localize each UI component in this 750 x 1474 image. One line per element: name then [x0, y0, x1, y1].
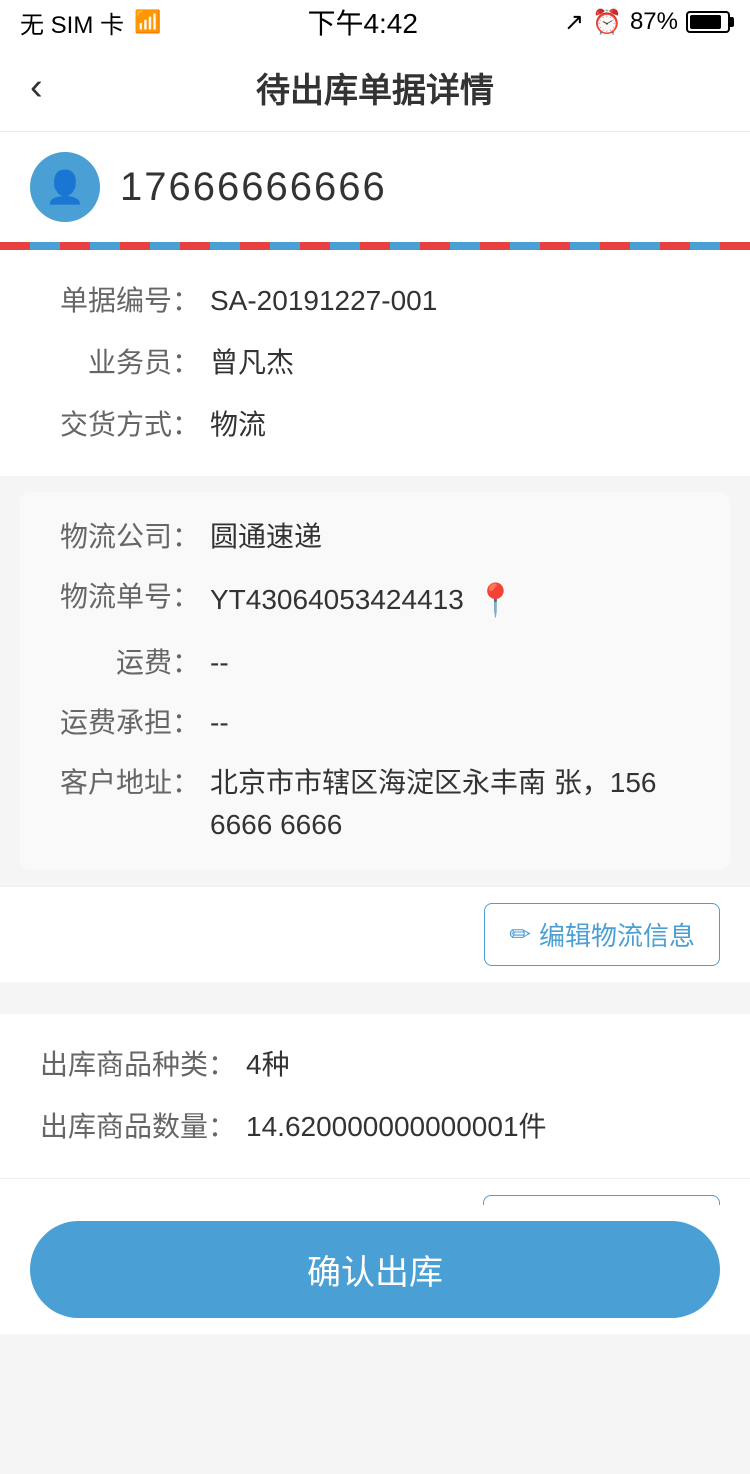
status-time: 下午4:42 — [307, 2, 418, 42]
logistics-company-label: 物流公司： — [50, 516, 200, 558]
order-number-value: SA-20191227-001 — [210, 280, 710, 322]
order-number-label: 单据编号： — [40, 280, 200, 322]
salesman-label: 业务员： — [40, 342, 200, 384]
delivery-row: 交货方式： 物流 — [40, 404, 710, 446]
tracking-number: YT43064053424413 — [210, 579, 464, 621]
delivery-label: 交货方式： — [40, 404, 200, 446]
freight-bear-row: 运费承担： -- — [50, 702, 700, 744]
freight-label: 运费： — [50, 642, 200, 684]
back-button[interactable]: ‹ — [30, 66, 90, 109]
customer-phone: 17666666666 — [120, 165, 387, 210]
status-left: 无 SIM 卡 📶 — [20, 5, 161, 40]
freight-row: 运费： -- — [50, 642, 700, 684]
logistics-company-row: 物流公司： 圆通速递 — [50, 516, 700, 558]
logistics-tracking-label: 物流单号： — [50, 576, 200, 618]
battery-percent: 87% — [630, 8, 678, 36]
logistics-tracking-row: 物流单号： YT43064053424413 📍 — [50, 576, 700, 624]
logistics-tracking-value: YT43064053424413 📍 — [210, 576, 700, 624]
carrier-label: 无 SIM 卡 — [20, 5, 124, 40]
goods-quantity-value: 14.620000000000001件 — [246, 1106, 710, 1148]
edit-btn-label: 编辑物流信息 — [539, 916, 695, 953]
freight-value: -- — [210, 642, 700, 684]
confirm-btn-wrapper: 确认出库 — [0, 1205, 750, 1334]
address-label: 客户地址： — [50, 762, 200, 804]
edit-icon: ✏ — [509, 919, 531, 950]
logistics-company-value: 圆通速递 — [210, 516, 700, 558]
address-value: 北京市市辖区海淀区永丰南 张，156 6666 6666 — [210, 762, 700, 846]
battery-icon — [686, 11, 730, 33]
freight-bear-value: -- — [210, 702, 700, 744]
location-icon: ↗ — [564, 8, 584, 37]
confirm-outbound-button[interactable]: 确认出库 — [30, 1221, 720, 1318]
order-info-section: 单据编号： SA-20191227-001 业务员： 曾凡杰 交货方式： 物流 — [0, 250, 750, 476]
map-pin-icon[interactable]: 📍 — [476, 576, 516, 624]
salesman-row: 业务员： 曾凡杰 — [40, 342, 710, 384]
freight-bear-label: 运费承担： — [50, 702, 200, 744]
wifi-icon: 📶 — [134, 9, 161, 35]
goods-quantity-label: 出库商品数量： — [40, 1106, 236, 1148]
salesman-value: 曾凡杰 — [210, 342, 710, 384]
edit-btn-container: ✏ 编辑物流信息 — [0, 886, 750, 982]
goods-section: 出库商品种类： 4种 出库商品数量： 14.620000000000001件 — [0, 1014, 750, 1178]
dashed-divider — [0, 242, 750, 250]
goods-quantity-row: 出库商品数量： 14.620000000000001件 — [40, 1106, 710, 1148]
goods-types-value: 4种 — [246, 1044, 710, 1086]
battery-fill — [690, 15, 721, 29]
customer-header: 👤 17666666666 — [0, 132, 750, 242]
edit-logistics-button[interactable]: ✏ 编辑物流信息 — [484, 903, 720, 966]
avatar: 👤 — [30, 152, 100, 222]
nav-bar: ‹ 待出库单据详情 — [0, 44, 750, 132]
order-number-row: 单据编号： SA-20191227-001 — [40, 280, 710, 322]
section-divider — [0, 982, 750, 998]
status-right: ↗ ⏰ 87% — [564, 8, 730, 37]
logistics-box: 物流公司： 圆通速递 物流单号： YT43064053424413 📍 运费： … — [20, 492, 730, 870]
address-row: 客户地址： 北京市市辖区海淀区永丰南 张，156 6666 6666 — [50, 762, 700, 846]
page-title: 待出库单据详情 — [90, 63, 660, 112]
alarm-icon: ⏰ — [592, 8, 622, 37]
goods-types-label: 出库商品种类： — [40, 1044, 236, 1086]
delivery-value: 物流 — [210, 404, 710, 446]
status-bar: 无 SIM 卡 📶 下午4:42 ↗ ⏰ 87% — [0, 0, 750, 44]
goods-types-row: 出库商品种类： 4种 — [40, 1044, 710, 1086]
avatar-icon: 👤 — [45, 168, 85, 206]
